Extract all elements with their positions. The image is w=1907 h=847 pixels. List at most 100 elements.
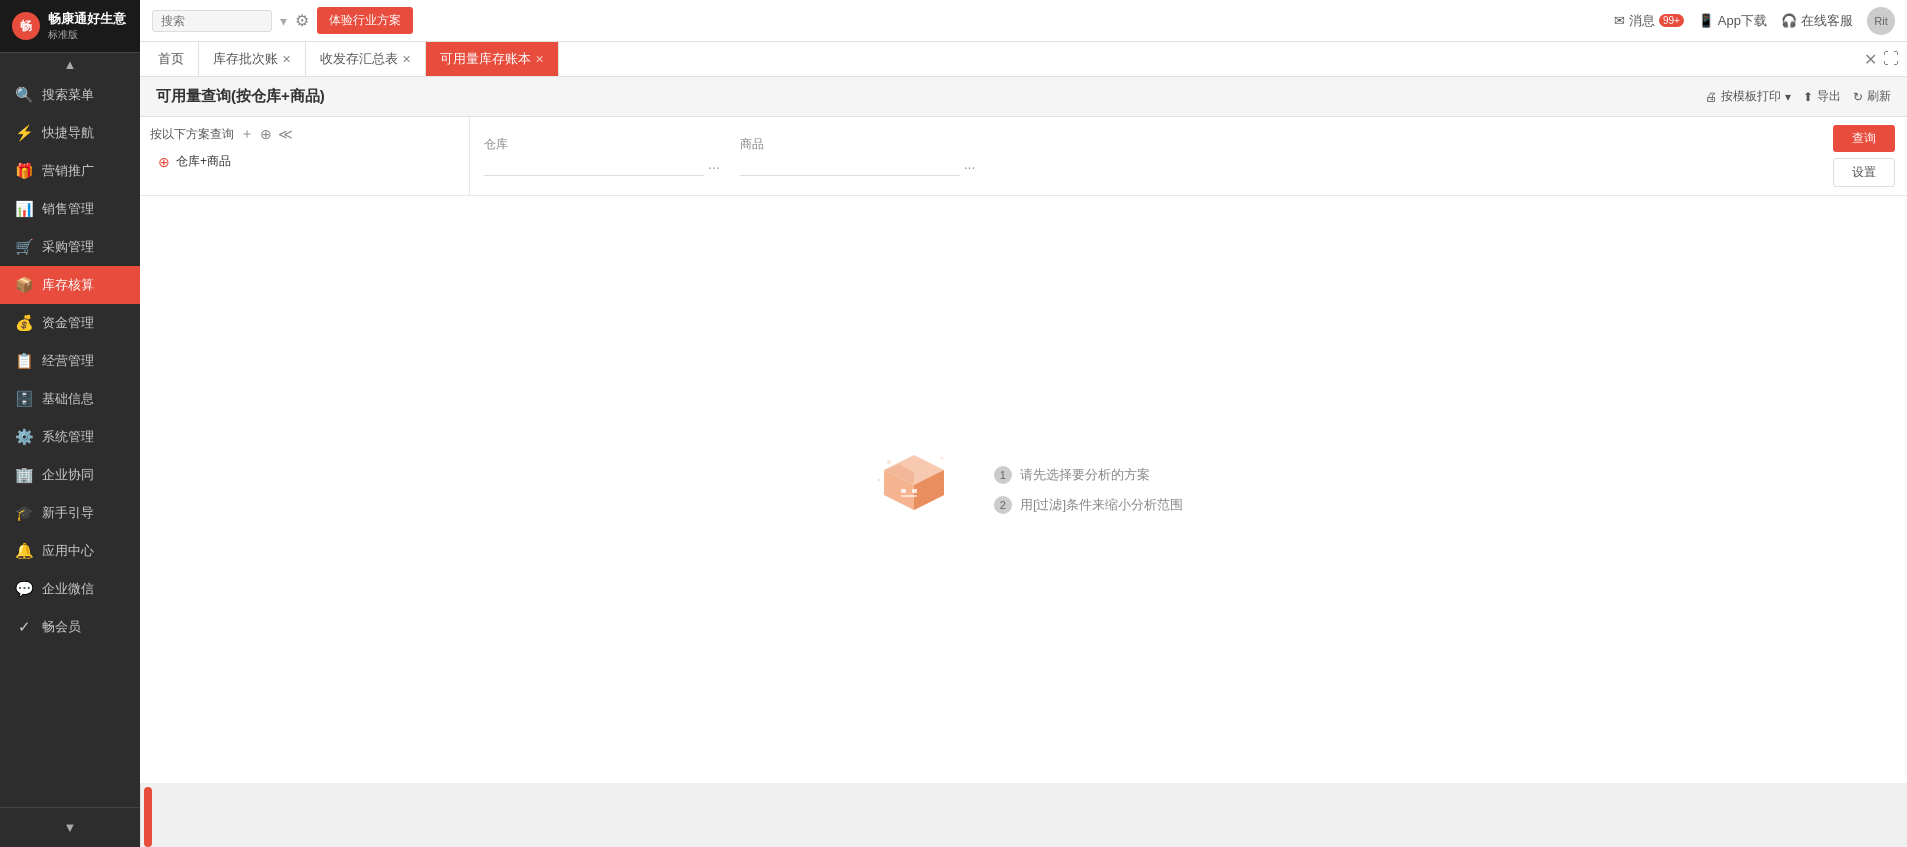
sidebar-bottom: ▼	[0, 807, 140, 847]
scroll-up-btn[interactable]: ▲	[0, 53, 140, 76]
message-item[interactable]: ✉ 消息 99+	[1614, 12, 1684, 30]
sidebar-item-label: 企业协同	[42, 466, 94, 484]
tab-close-all-btn[interactable]: ✕	[1864, 50, 1877, 69]
app-download-label: App下载	[1718, 12, 1767, 30]
topbar-right: ✉ 消息 99+ 📱 App下载 🎧 在线客服 Rit	[1614, 7, 1895, 35]
tab-batch[interactable]: 库存批次账 ✕	[199, 42, 306, 76]
inventory-icon: 📦	[14, 276, 34, 294]
gear-icon[interactable]: ⚙	[295, 11, 309, 30]
scroll-down-btn[interactable]: ▼	[0, 816, 140, 839]
avatar: Rit	[1867, 7, 1895, 35]
goods-more-icon[interactable]: ···	[964, 159, 976, 175]
tip-num-2: 2	[994, 496, 1012, 514]
sidebar-item-inventory[interactable]: 📦 库存核算	[0, 266, 140, 304]
page-title: 可用量查询(按仓库+商品)	[156, 87, 325, 106]
refresh-icon: ↻	[1853, 90, 1863, 104]
sidebar-item-member[interactable]: ✓ 畅会员	[0, 608, 140, 646]
tab-maximize-btn[interactable]: ⛶	[1883, 50, 1899, 68]
sidebar-item-label: 采购管理	[42, 238, 94, 256]
warehouse-input[interactable]	[484, 157, 704, 176]
add-scheme-icon[interactable]: ＋	[240, 125, 254, 143]
sidebar-item-system[interactable]: ⚙️ 系统管理	[0, 418, 140, 456]
app-logo: 畅	[12, 12, 40, 40]
search-menu-icon: 🔍	[14, 86, 34, 104]
tab-batch-close[interactable]: ✕	[282, 53, 291, 66]
refresh-action[interactable]: ↻ 刷新	[1853, 88, 1891, 105]
scroll-thumb[interactable]	[144, 787, 152, 847]
sidebar-item-apps[interactable]: 🔔 应用中心	[0, 532, 140, 570]
filter-goods-field: 商品 ···	[740, 136, 976, 176]
print-label: 按模板打印	[1721, 88, 1781, 105]
sidebar-item-sales[interactable]: 📊 销售管理	[0, 190, 140, 228]
print-dropdown-icon[interactable]: ▾	[1785, 90, 1791, 104]
goods-input[interactable]	[740, 157, 960, 176]
sidebar-item-search[interactable]: 🔍 搜索菜单	[0, 76, 140, 114]
online-service-label: 在线客服	[1801, 12, 1853, 30]
tab-stock-summary-label: 收发存汇总表	[320, 50, 398, 68]
operation-icon: 📋	[14, 352, 34, 370]
online-service-item[interactable]: 🎧 在线客服	[1781, 12, 1853, 30]
app-download-item[interactable]: 📱 App下载	[1698, 12, 1767, 30]
filter-scheme-label: 按以下方案查询	[150, 126, 234, 143]
scheme-warehouse-goods[interactable]: ⊕ 仓库+商品	[150, 149, 459, 174]
sidebar: 畅 畅康通好生意 标准版 ▲ 🔍 搜索菜单 ⚡ 快捷导航 🎁 营销推广 📊 销售…	[0, 0, 140, 847]
collapse-scheme-icon[interactable]: ≪	[278, 126, 293, 142]
sidebar-item-operation[interactable]: 📋 经营管理	[0, 342, 140, 380]
user-item[interactable]: Rit	[1867, 7, 1895, 35]
settings-button[interactable]: 设置	[1833, 158, 1895, 187]
user-initial: Rit	[1874, 15, 1887, 27]
sidebar-item-newbie[interactable]: 🎓 新手引导	[0, 494, 140, 532]
sidebar-item-wechat[interactable]: 💬 企业微信	[0, 570, 140, 608]
sidebar-item-label: 快捷导航	[42, 124, 94, 142]
sidebar-item-finance[interactable]: 💰 资金管理	[0, 304, 140, 342]
tab-stock-summary-close[interactable]: ✕	[402, 53, 411, 66]
sidebar-item-label: 搜索菜单	[42, 86, 94, 104]
warehouse-more-icon[interactable]: ···	[708, 159, 720, 175]
marketing-icon: 🎁	[14, 162, 34, 180]
warehouse-label: 仓库	[484, 136, 720, 153]
sidebar-item-enterprise[interactable]: 🏢 企业协同	[0, 456, 140, 494]
page-header-actions: 🖨 按模板打印 ▾ ⬆ 导出 ↻ 刷新	[1705, 88, 1891, 105]
member-icon: ✓	[14, 618, 34, 636]
sidebar-item-shortcut[interactable]: ⚡ 快捷导航	[0, 114, 140, 152]
svg-rect-6	[901, 495, 917, 497]
tab-stock-summary[interactable]: 收发存汇总表 ✕	[306, 42, 426, 76]
tab-available[interactable]: 可用量库存账本 ✕	[426, 42, 559, 76]
empty-state: 1 请先选择要分析的方案 2 用[过滤]条件来缩小分析范围	[140, 196, 1907, 783]
search-dropdown-icon[interactable]: ▾	[280, 13, 287, 29]
settings-scheme-icon[interactable]: ⊕	[260, 126, 272, 142]
sidebar-item-label: 经营管理	[42, 352, 94, 370]
print-action[interactable]: 🖨 按模板打印 ▾	[1705, 88, 1791, 105]
tab-home-label: 首页	[158, 50, 184, 68]
tab-batch-label: 库存批次账	[213, 50, 278, 68]
sidebar-item-purchase[interactable]: 🛒 采购管理	[0, 228, 140, 266]
tab-available-label: 可用量库存账本	[440, 50, 531, 68]
trial-btn[interactable]: 体验行业方案	[317, 7, 413, 34]
scheme-label: 仓库+商品	[176, 153, 231, 170]
page-content: 可用量查询(按仓库+商品) 🖨 按模板打印 ▾ ⬆ 导出 ↻ 刷新	[140, 77, 1907, 783]
sidebar-header: 畅 畅康通好生意 标准版	[0, 0, 140, 53]
filter-conditions: 仓库 ··· 商品 ···	[470, 117, 1821, 195]
goods-label: 商品	[740, 136, 976, 153]
main-area: ▾ ⚙ 体验行业方案 ✉ 消息 99+ 📱 App下载 🎧 在线客服 Rit	[140, 0, 1907, 847]
query-button[interactable]: 查询	[1833, 125, 1895, 152]
print-icon: 🖨	[1705, 90, 1717, 104]
svg-rect-5	[912, 489, 917, 493]
message-badge: 99+	[1659, 14, 1684, 27]
empty-illustration	[864, 440, 964, 540]
tip-text-2: 用[过滤]条件来缩小分析范围	[1020, 496, 1183, 514]
tip-num-1: 1	[994, 466, 1012, 484]
topbar-search-input[interactable]	[152, 10, 272, 32]
tab-home[interactable]: 首页	[144, 42, 199, 76]
sidebar-item-label: 新手引导	[42, 504, 94, 522]
tab-available-close[interactable]: ✕	[535, 53, 544, 66]
sidebar-item-label: 销售管理	[42, 200, 94, 218]
right-scrollbar[interactable]	[140, 783, 154, 847]
wechat-icon: 💬	[14, 580, 34, 598]
empty-box-svg	[864, 440, 964, 540]
export-action[interactable]: ⬆ 导出	[1803, 88, 1841, 105]
sidebar-item-marketing[interactable]: 🎁 营销推广	[0, 152, 140, 190]
sidebar-item-base[interactable]: 🗄️ 基础信息	[0, 380, 140, 418]
sidebar-menu: 🔍 搜索菜单 ⚡ 快捷导航 🎁 营销推广 📊 销售管理 🛒 采购管理 📦 库存核…	[0, 76, 140, 807]
filter-scheme-panel: 按以下方案查询 ＋ ⊕ ≪ ⊕ 仓库+商品	[140, 117, 470, 195]
